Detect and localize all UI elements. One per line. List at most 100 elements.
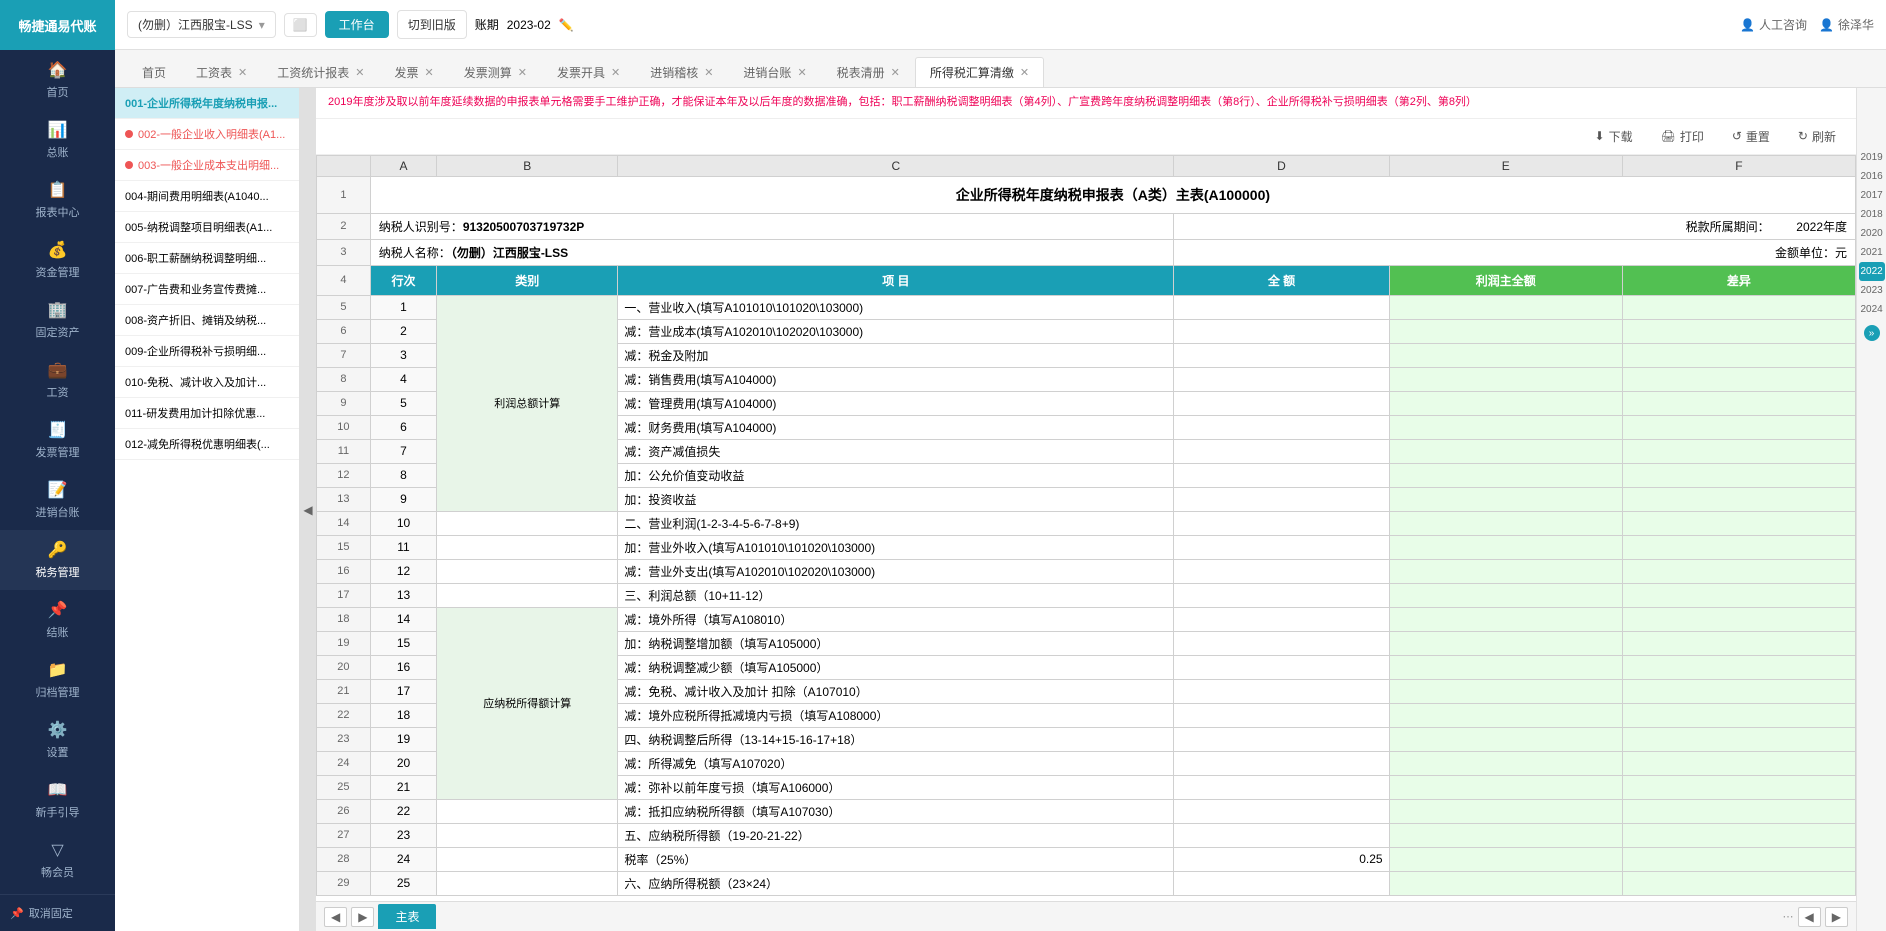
cell-A-29[interactable]: 25 bbox=[370, 871, 436, 895]
reset-button[interactable]: ↺ 重置 bbox=[1724, 125, 1778, 148]
sidebar-item-archive[interactable]: 📁 归档管理 bbox=[0, 650, 115, 710]
cell-D-6[interactable] bbox=[1174, 319, 1389, 343]
cell-A-19[interactable]: 15 bbox=[370, 631, 436, 655]
cell-E-15[interactable] bbox=[1389, 535, 1622, 559]
cell-D-14[interactable] bbox=[1174, 511, 1389, 535]
category-cell-14[interactable] bbox=[437, 511, 618, 535]
tab-tax-form-close[interactable]: ✕ bbox=[891, 66, 900, 79]
tab-invoice[interactable]: 发票 ✕ bbox=[379, 57, 448, 87]
cell-F-21[interactable] bbox=[1622, 679, 1855, 703]
cell-F-27[interactable] bbox=[1622, 823, 1855, 847]
edit-period-icon[interactable]: ✏️ bbox=[559, 18, 574, 32]
cell-A-17[interactable]: 13 bbox=[370, 583, 436, 607]
cell-F-25[interactable] bbox=[1622, 775, 1855, 799]
tab-home[interactable]: 首页 bbox=[127, 57, 181, 87]
cell-E-18[interactable] bbox=[1389, 607, 1622, 631]
list-item-012[interactable]: 012-减免所得税优惠明细表(... bbox=[115, 429, 299, 460]
sidebar-item-salary[interactable]: 💼 工资 bbox=[0, 350, 115, 410]
cell-F-13[interactable] bbox=[1622, 487, 1855, 511]
cell-E-23[interactable] bbox=[1389, 727, 1622, 751]
tab-salary-stat[interactable]: 工资统计报表 ✕ bbox=[262, 57, 379, 87]
timeline-year-2022[interactable]: 2022 bbox=[1859, 262, 1885, 281]
refresh-button[interactable]: ↻ 刷新 bbox=[1790, 125, 1844, 148]
cell-F-26[interactable] bbox=[1622, 799, 1855, 823]
cell-F-18[interactable] bbox=[1622, 607, 1855, 631]
sidebar-item-tax[interactable]: 🔑 税务管理 bbox=[0, 530, 115, 590]
cell-D-12[interactable] bbox=[1174, 463, 1389, 487]
cell-F-12[interactable] bbox=[1622, 463, 1855, 487]
category-cell-27[interactable] bbox=[437, 823, 618, 847]
cell-D-9[interactable] bbox=[1174, 391, 1389, 415]
cell-D-25[interactable] bbox=[1174, 775, 1389, 799]
list-item-010[interactable]: 010-免税、减计收入及加计... bbox=[115, 367, 299, 398]
cell-D-5[interactable] bbox=[1174, 295, 1389, 319]
cell-A-18[interactable]: 14 bbox=[370, 607, 436, 631]
list-item-001[interactable]: 001-企业所得税年度纳税申报... bbox=[115, 88, 299, 119]
cell-C-28[interactable]: 税率（25%） bbox=[618, 847, 1174, 871]
cell-F-7[interactable] bbox=[1622, 343, 1855, 367]
cell-E-27[interactable] bbox=[1389, 823, 1622, 847]
cell-D-11[interactable] bbox=[1174, 439, 1389, 463]
unpin-button[interactable]: 📌 取消固定 bbox=[0, 894, 115, 931]
timeline-year-2019[interactable]: 2019 bbox=[1859, 148, 1885, 167]
cell-E-26[interactable] bbox=[1389, 799, 1622, 823]
cell-C-25[interactable]: 减：弥补以前年度亏损（填写A106000） bbox=[618, 775, 1174, 799]
sidebar-item-sales[interactable]: 📝 进销台账 bbox=[0, 470, 115, 530]
cell-D-21[interactable] bbox=[1174, 679, 1389, 703]
cell-A-11[interactable]: 7 bbox=[370, 439, 436, 463]
scroll-right-button[interactable]: ▶ bbox=[1825, 907, 1848, 927]
cell-C-15[interactable]: 加：营业外收入(填写A101010\101020\103000) bbox=[618, 535, 1174, 559]
timeline-year-2021[interactable]: 2021 bbox=[1859, 243, 1885, 262]
cell-F-8[interactable] bbox=[1622, 367, 1855, 391]
cell-C-6[interactable]: 减：营业成本(填写A102010\102020\103000) bbox=[618, 319, 1174, 343]
sidebar-item-report[interactable]: 📋 报表中心 bbox=[0, 170, 115, 230]
cell-C-14[interactable]: 二、营业利润(1-2-3-4-5-6-7-8+9) bbox=[618, 511, 1174, 535]
cell-D-20[interactable] bbox=[1174, 655, 1389, 679]
list-item-005[interactable]: 005-纳税调整项目明细表(A1... bbox=[115, 212, 299, 243]
copy-button[interactable]: ⬜ bbox=[284, 13, 317, 37]
sidebar-item-ledger[interactable]: 📊 总账 bbox=[0, 110, 115, 170]
cell-A-24[interactable]: 20 bbox=[370, 751, 436, 775]
cell-C-10[interactable]: 减：财务费用(填写A104000) bbox=[618, 415, 1174, 439]
cell-A-7[interactable]: 3 bbox=[370, 343, 436, 367]
cell-C-9[interactable]: 减：管理费用(填写A104000) bbox=[618, 391, 1174, 415]
tab-tax-form[interactable]: 税表清册 ✕ bbox=[822, 57, 915, 87]
collapse-panel-button[interactable]: ◀ bbox=[300, 88, 316, 931]
cell-D-15[interactable] bbox=[1174, 535, 1389, 559]
cell-F-24[interactable] bbox=[1622, 751, 1855, 775]
cell-E-12[interactable] bbox=[1389, 463, 1622, 487]
cell-E-19[interactable] bbox=[1389, 631, 1622, 655]
tab-invoice-open-close[interactable]: ✕ bbox=[611, 66, 620, 79]
list-item-003[interactable]: 003-一般企业成本支出明细... bbox=[115, 150, 299, 181]
cell-E-14[interactable] bbox=[1389, 511, 1622, 535]
cell-D-28[interactable]: 0.25 bbox=[1174, 847, 1389, 871]
sidebar-item-home[interactable]: 🏠 首页 bbox=[0, 50, 115, 110]
cell-F-20[interactable] bbox=[1622, 655, 1855, 679]
sidebar-item-assets[interactable]: 🏢 固定资产 bbox=[0, 290, 115, 350]
cell-D-17[interactable] bbox=[1174, 583, 1389, 607]
timeline-year-2024[interactable]: 2024 bbox=[1859, 300, 1885, 319]
bottom-tab-main[interactable]: 主表 bbox=[378, 904, 436, 929]
download-button[interactable]: ⬇ 下载 bbox=[1587, 125, 1641, 148]
cell-F-22[interactable] bbox=[1622, 703, 1855, 727]
cell-A-15[interactable]: 11 bbox=[370, 535, 436, 559]
scroll-left-button[interactable]: ◀ bbox=[1798, 907, 1821, 927]
cell-C-8[interactable]: 减：销售费用(填写A104000) bbox=[618, 367, 1174, 391]
cell-C-26[interactable]: 减：抵扣应纳税所得额（填写A107030） bbox=[618, 799, 1174, 823]
tab-salary-close[interactable]: ✕ bbox=[238, 66, 247, 79]
cell-A-8[interactable]: 4 bbox=[370, 367, 436, 391]
tab-invoice-open[interactable]: 发票开具 ✕ bbox=[542, 57, 635, 87]
workbench-button[interactable]: 工作台 bbox=[325, 11, 389, 38]
category-cell-28[interactable] bbox=[437, 847, 618, 871]
category-cell-17[interactable] bbox=[437, 583, 618, 607]
cell-E-20[interactable] bbox=[1389, 655, 1622, 679]
cell-E-8[interactable] bbox=[1389, 367, 1622, 391]
cell-C-23[interactable]: 四、纳税调整后所得（13-14+15-16-17+18） bbox=[618, 727, 1174, 751]
cell-A-26[interactable]: 22 bbox=[370, 799, 436, 823]
timeline-expand-button[interactable]: » bbox=[1864, 325, 1880, 341]
company-selector[interactable]: (勿删）江西服宝-LSS ▾ bbox=[127, 11, 276, 38]
nav-right-arrow[interactable]: ▶ bbox=[351, 907, 374, 927]
cell-A-16[interactable]: 12 bbox=[370, 559, 436, 583]
cell-F-15[interactable] bbox=[1622, 535, 1855, 559]
cell-E-7[interactable] bbox=[1389, 343, 1622, 367]
